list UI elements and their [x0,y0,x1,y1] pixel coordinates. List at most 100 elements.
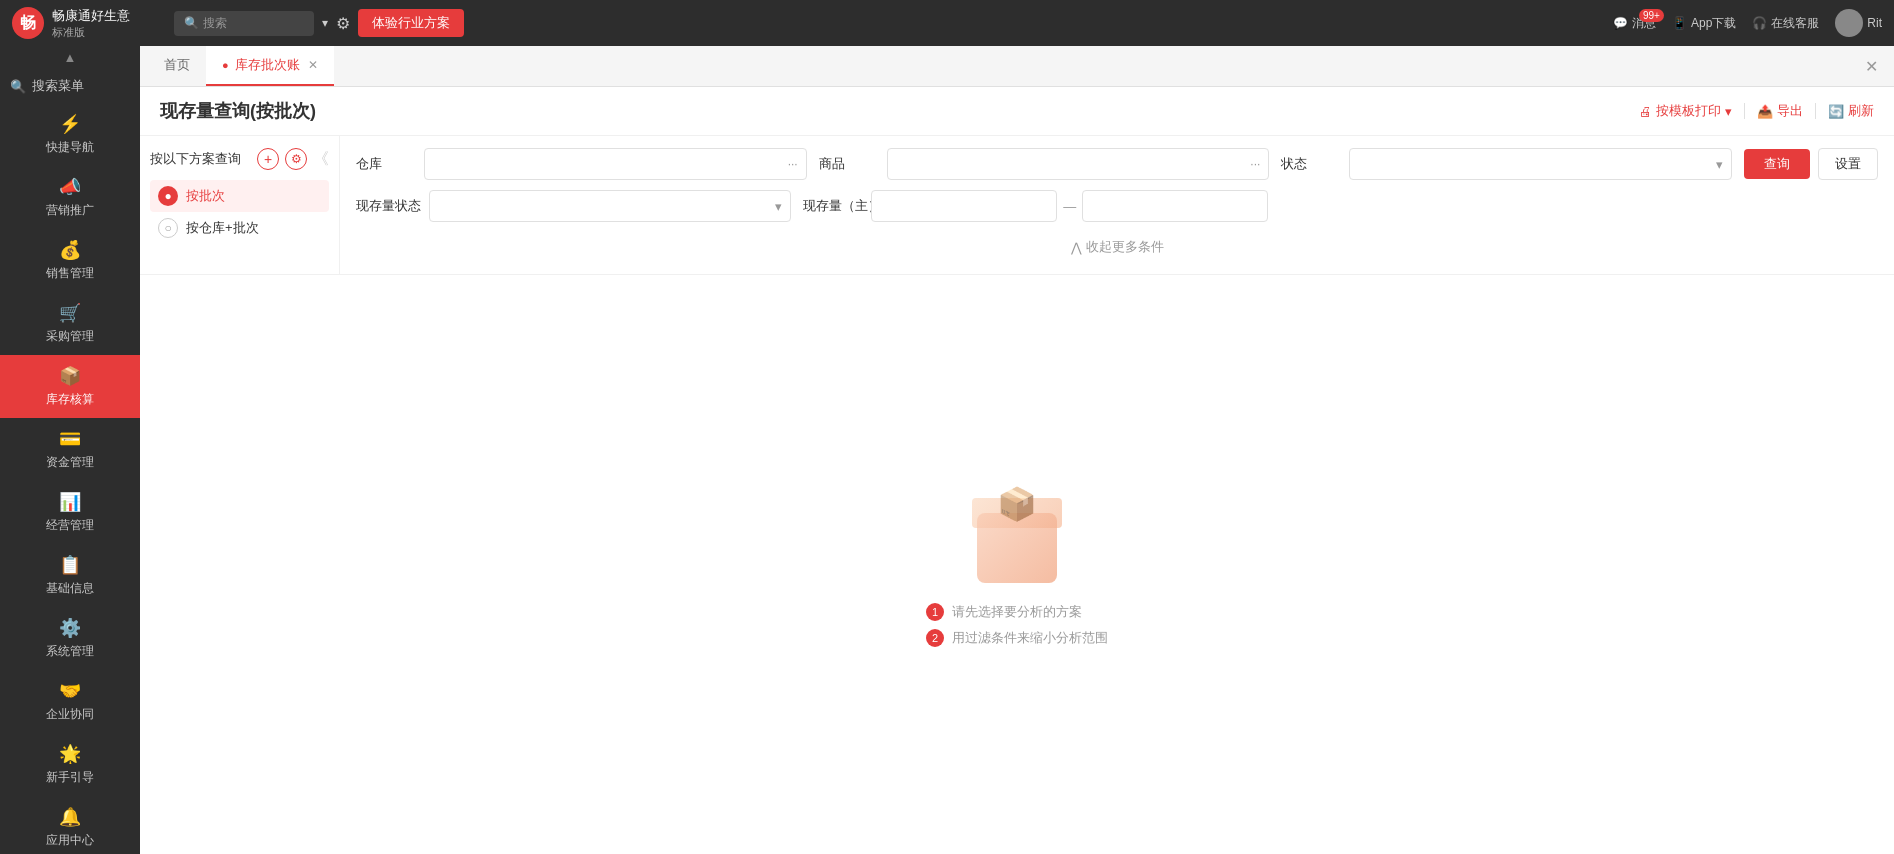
status-field: 状态 ▾ [1281,148,1732,180]
warehouse-input-wrap[interactable]: ··· [424,148,807,180]
hint-text-1: 请先选择要分析的方案 [952,603,1082,621]
inventory-qty-field: 现存量（主） — [803,190,1238,222]
scheme-item-by-batch[interactable]: ● 按批次 [150,180,329,212]
scheme-active-icon: ● [158,186,178,206]
tab-home-label: 首页 [164,56,190,74]
empty-hint-1: 1 请先选择要分析的方案 [926,603,1108,621]
inventory-status-label: 现存量状态 [356,197,421,215]
topbar-dropdown[interactable]: ▾ [322,16,328,30]
app-download-btn[interactable]: 📱 App下载 [1672,15,1736,32]
export-btn[interactable]: 📤 导出 [1757,102,1803,120]
messages-btn[interactable]: 💬 消息 99+ [1613,15,1656,32]
sidebar-item-inventory[interactable]: 📦 库存核算 [0,355,140,418]
export-icon: 📤 [1757,104,1773,119]
topbar-gear-icon[interactable]: ⚙ [336,14,350,33]
scheme-by-warehouse-batch-label: 按仓库+批次 [186,219,259,237]
sidebar-item-label: 销售管理 [46,265,94,282]
inventory-qty-label: 现存量（主） [803,197,863,215]
sidebar-item-system[interactable]: ⚙️ 系统管理 [0,607,140,670]
collapse-more-btn[interactable]: ⋀ 收起更多条件 [356,232,1878,262]
app-logo: 畅 [12,7,44,39]
add-scheme-btn[interactable]: + [257,148,279,170]
sidebar-item-enterprise[interactable]: 🤝 企业协同 [0,670,140,733]
tab-right-close: ✕ [1857,53,1886,80]
main-layout: ▲ 🔍 搜索菜单 ⚡ 快捷导航 📣 营销推广 💰 销售管理 🛒 采购管理 📦 库… [0,46,1894,854]
app-edition: 标准版 [52,25,134,40]
topbar-search[interactable]: 🔍 搜索 [174,11,314,36]
sidebar: ▲ 🔍 搜索菜单 ⚡ 快捷导航 📣 营销推广 💰 销售管理 🛒 采购管理 📦 库… [0,46,140,854]
sidebar-item-label: 应用中心 [46,832,94,849]
product-field: 商品 ··· [819,148,1270,180]
empty-state: 📦 1 请先选择要分析的方案 2 用过滤条件来缩小分析范围 [140,275,1894,854]
empty-figure: 📦 [997,485,1037,523]
sidebar-item-operation[interactable]: 📊 经营管理 [0,481,140,544]
scheme-inactive-icon: ○ [158,218,178,238]
scheme-sidebar: 按以下方案查询 + ⚙ 《 ● 按批次 ○ 按仓库+批次 [140,136,340,274]
scheme-header-label: 按以下方案查询 [150,150,241,168]
inventory-status-select[interactable]: ▾ [429,190,791,222]
page-title: 现存量查询(按批次) [160,99,1639,123]
tab-inventory-batch-label: 库存批次账 [235,56,300,74]
filter-fields: 仓库 ··· 商品 ··· [340,136,1894,274]
user-avatar-area[interactable]: Rit [1835,9,1882,37]
collapse-up-icon: ⋀ [1071,240,1082,255]
sidebar-item-basic[interactable]: 📋 基础信息 [0,544,140,607]
status-dropdown-icon: ▾ [1716,157,1723,172]
sidebar-item-quick-nav[interactable]: ⚡ 快捷导航 [0,103,140,166]
action-divider-1 [1744,103,1745,119]
warehouse-input[interactable] [433,157,784,172]
template-print-dropdown-icon[interactable]: ▾ [1725,104,1732,119]
page-header: 现存量查询(按批次) 🖨 按模板打印 ▾ 📤 导出 🔄 [140,87,1894,136]
inventory-qty-max[interactable] [1082,190,1268,222]
printer-icon: 🖨 [1639,104,1652,119]
finance-icon: 💳 [59,428,81,450]
sidebar-item-label: 经营管理 [46,517,94,534]
sidebar-item-marketing[interactable]: 📣 营销推广 [0,166,140,229]
sidebar-item-label: 新手引导 [46,769,94,786]
filter-row-1: 仓库 ··· 商品 ··· [356,148,1878,180]
sidebar-item-label: 系统管理 [46,643,94,660]
avatar [1835,9,1863,37]
query-btn[interactable]: 查询 [1744,149,1810,179]
warehouse-more-btn[interactable]: ··· [788,157,798,171]
tab-close-btn[interactable]: ✕ [308,58,318,72]
online-service-btn[interactable]: 🎧 在线客服 [1752,15,1819,32]
inventory-qty-min[interactable] [871,190,1057,222]
product-input[interactable] [896,157,1247,172]
warehouse-label: 仓库 [356,155,416,173]
sidebar-item-label: 快捷导航 [46,139,94,156]
filter-panel: 按以下方案查询 + ⚙ 《 ● 按批次 ○ 按仓库+批次 [140,136,1894,275]
sidebar-scroll-up[interactable]: ▲ [0,46,140,69]
trial-btn[interactable]: 体验行业方案 [358,9,464,37]
status-label: 状态 [1281,155,1341,173]
scheme-item-by-warehouse-batch[interactable]: ○ 按仓库+批次 [150,212,329,244]
sidebar-item-purchase[interactable]: 🛒 采购管理 [0,292,140,355]
topbar-right: 💬 消息 99+ 📱 App下载 🎧 在线客服 Rit [1613,9,1882,37]
tab-home[interactable]: 首页 [148,46,206,86]
product-input-wrap[interactable]: ··· [887,148,1270,180]
tab-right-close-btn[interactable]: ✕ [1857,53,1886,80]
brand-name: 畅康通好生意 [52,7,130,25]
marketing-icon: 📣 [59,176,81,198]
appcenter-icon: 🔔 [59,806,81,828]
sidebar-search[interactable]: 🔍 搜索菜单 [0,69,140,103]
template-print-btn[interactable]: 🖨 按模板打印 ▾ [1639,102,1732,120]
sidebar-item-appcenter[interactable]: 🔔 应用中心 [0,796,140,854]
action-divider-2 [1815,103,1816,119]
purchase-icon: 🛒 [59,302,81,324]
tab-batch-pin: ● [222,59,229,71]
setting-btn[interactable]: 设置 [1818,148,1878,180]
empty-hint-2: 2 用过滤条件来缩小分析范围 [926,629,1108,647]
operation-icon: 📊 [59,491,81,513]
sidebar-item-finance[interactable]: 💳 资金管理 [0,418,140,481]
refresh-btn[interactable]: 🔄 刷新 [1828,102,1874,120]
sidebar-item-newbie[interactable]: 🌟 新手引导 [0,733,140,796]
scheme-collapse-btn[interactable]: 《 [313,149,329,170]
page-header-actions: 🖨 按模板打印 ▾ 📤 导出 🔄 刷新 [1639,102,1874,120]
system-icon: ⚙️ [59,617,81,639]
sidebar-item-sales[interactable]: 💰 销售管理 [0,229,140,292]
status-select[interactable]: ▾ [1349,148,1732,180]
tab-inventory-batch[interactable]: ● 库存批次账 ✕ [206,46,334,86]
scheme-settings-btn[interactable]: ⚙ [285,148,307,170]
product-more-btn[interactable]: ··· [1250,157,1260,171]
